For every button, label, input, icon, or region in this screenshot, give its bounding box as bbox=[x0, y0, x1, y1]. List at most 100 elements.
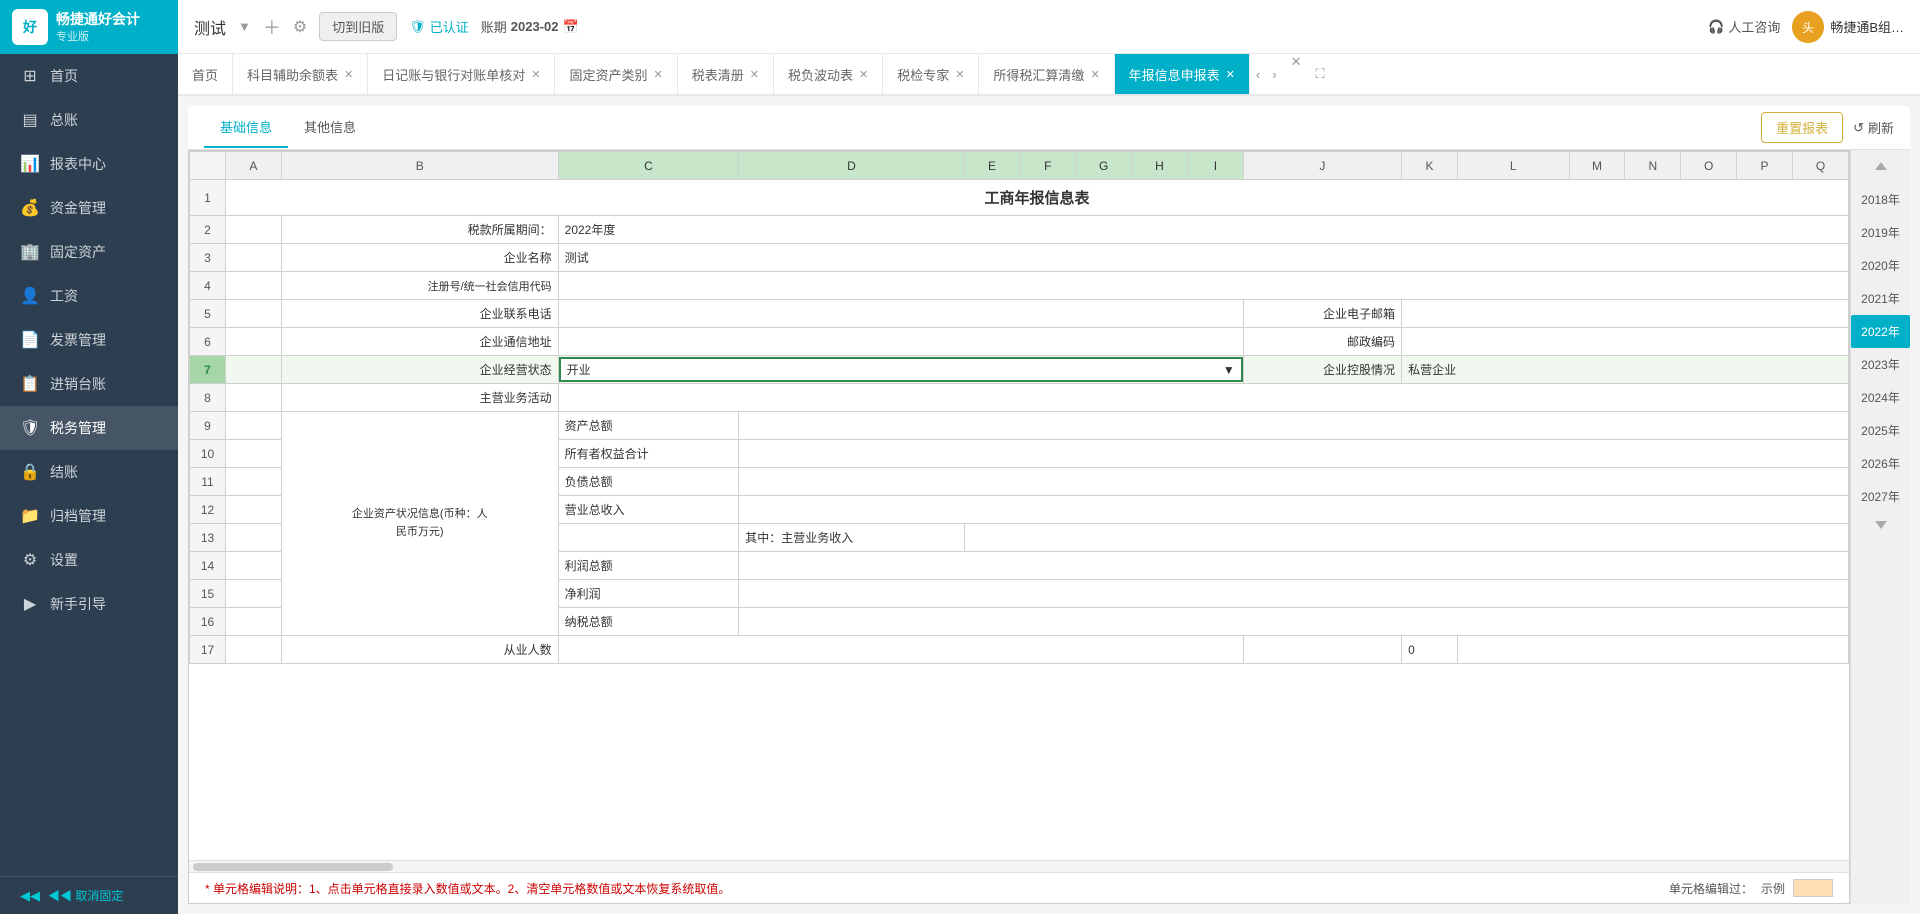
tab-scroll-right[interactable]: › bbox=[1266, 54, 1282, 94]
sheet-title-cell[interactable]: 工商年报信息表 bbox=[226, 180, 1849, 216]
cell-11-A[interactable] bbox=[226, 468, 282, 496]
tab-income-tax-close[interactable]: ✕ bbox=[1090, 68, 1099, 81]
tab-journal-close[interactable]: ✕ bbox=[531, 68, 540, 81]
cell-3-A[interactable] bbox=[226, 244, 282, 272]
tab-fixed-type-close[interactable]: ✕ bbox=[654, 68, 663, 81]
tab-expand-button[interactable]: ⛶ bbox=[1309, 54, 1330, 94]
sub-tab-basic[interactable]: 基础信息 bbox=[204, 107, 288, 148]
col-header-O[interactable]: O bbox=[1681, 152, 1737, 180]
switch-old-version-button[interactable]: 切到旧版 bbox=[319, 12, 397, 41]
cell-8-C[interactable] bbox=[558, 384, 1848, 412]
tab-journal[interactable]: 日记账与银行对账单核对 ✕ bbox=[368, 54, 555, 94]
tab-aux-close[interactable]: ✕ bbox=[344, 68, 353, 81]
col-header-K[interactable]: K bbox=[1402, 152, 1458, 180]
year-item-2019[interactable]: 2019年 bbox=[1851, 216, 1910, 249]
cell-2-A[interactable] bbox=[226, 216, 282, 244]
year-item-2020[interactable]: 2020年 bbox=[1851, 249, 1910, 282]
year-item-2026[interactable]: 2026年 bbox=[1851, 447, 1910, 480]
cell-17-K[interactable]: 0 bbox=[1402, 636, 1458, 664]
calendar-icon[interactable]: 📅 bbox=[563, 19, 579, 35]
topbar-dropdown-arrow[interactable]: ▼ bbox=[238, 19, 251, 34]
col-header-F[interactable]: F bbox=[1020, 152, 1076, 180]
sidebar-item-invoice[interactable]: 📄 发票管理 bbox=[0, 318, 178, 362]
cell-7-C-dropdown[interactable]: 开业 ▼ bbox=[558, 356, 1243, 384]
reset-report-button[interactable]: 重置报表 bbox=[1761, 112, 1843, 143]
tab-tax-expert-close[interactable]: ✕ bbox=[955, 68, 964, 81]
col-header-E[interactable]: E bbox=[964, 152, 1020, 180]
year-scroll-down-button[interactable] bbox=[1851, 513, 1910, 542]
year-item-2021[interactable]: 2021年 bbox=[1851, 282, 1910, 315]
cell-7-K[interactable]: 私营企业 bbox=[1402, 356, 1849, 384]
tab-tax-expert[interactable]: 税检专家 ✕ bbox=[883, 54, 979, 94]
tab-tax-list-close[interactable]: ✕ bbox=[750, 68, 759, 81]
tab-annual-report[interactable]: 年报信息申报表 ✕ bbox=[1115, 54, 1250, 94]
dropdown-arrow-icon[interactable]: ▼ bbox=[1223, 363, 1235, 377]
cell-8-A[interactable] bbox=[226, 384, 282, 412]
sidebar-item-salary[interactable]: 👤 工资 bbox=[0, 274, 178, 318]
spreadsheet-scroll[interactable]: A B C D E F G H I J bbox=[189, 151, 1849, 860]
sidebar-item-home[interactable]: ⊞ 首页 bbox=[0, 54, 178, 98]
cell-10-A[interactable] bbox=[226, 440, 282, 468]
col-header-B[interactable]: B bbox=[281, 152, 558, 180]
col-header-M[interactable]: M bbox=[1569, 152, 1625, 180]
sidebar-collapse-button[interactable]: ◀◀ ◀◀ 取消固定 bbox=[0, 876, 178, 914]
year-item-2023[interactable]: 2023年 bbox=[1851, 348, 1910, 381]
sidebar-item-settings[interactable]: ⚙ 设置 bbox=[0, 538, 178, 582]
tab-close-all-button[interactable]: ✕ bbox=[1283, 54, 1310, 94]
col-header-L[interactable]: L bbox=[1457, 152, 1569, 180]
cell-15-A[interactable] bbox=[226, 580, 282, 608]
cell-13-E[interactable] bbox=[964, 524, 1848, 552]
sidebar-item-archive[interactable]: 📁 归档管理 bbox=[0, 494, 178, 538]
cell-12-D[interactable] bbox=[739, 496, 1849, 524]
cell-13-A[interactable] bbox=[226, 524, 282, 552]
help-button[interactable]: 🎧 人工咨询 bbox=[1708, 17, 1780, 36]
topbar-gear-icon[interactable]: ⚙ bbox=[293, 17, 307, 37]
cell-9-A[interactable] bbox=[226, 412, 282, 440]
tab-scroll-left[interactable]: ‹ bbox=[1250, 54, 1266, 94]
tab-fixed-type[interactable]: 固定资产类别 ✕ bbox=[555, 54, 677, 94]
cell-5-K[interactable] bbox=[1402, 300, 1849, 328]
cell-16-D[interactable] bbox=[739, 608, 1849, 636]
cell-17-A[interactable] bbox=[226, 636, 282, 664]
cell-4-C[interactable] bbox=[558, 272, 1848, 300]
cell-17-J[interactable] bbox=[1243, 636, 1401, 664]
cell-17-C[interactable] bbox=[558, 636, 1243, 664]
year-item-2022[interactable]: 2022年 bbox=[1851, 315, 1910, 348]
cell-10-D[interactable] bbox=[739, 440, 1849, 468]
cell-2-C[interactable]: 2022年度 bbox=[558, 216, 1848, 244]
cell-9-B[interactable]: 企业资产状况信息(币种：人民币万元) bbox=[281, 412, 558, 636]
sidebar-item-fixed[interactable]: 🏢 固定资产 bbox=[0, 230, 178, 274]
cell-7-A[interactable] bbox=[226, 356, 282, 384]
tab-tax-list[interactable]: 税表清册 ✕ bbox=[678, 54, 774, 94]
cell-12-A[interactable] bbox=[226, 496, 282, 524]
dropdown-kaiye[interactable]: 开业 ▼ bbox=[559, 357, 1243, 382]
sidebar-item-fund[interactable]: 💰 资金管理 bbox=[0, 186, 178, 230]
cell-16-A[interactable] bbox=[226, 608, 282, 636]
col-header-N[interactable]: N bbox=[1625, 152, 1681, 180]
cell-3-C[interactable]: 测试 bbox=[558, 244, 1848, 272]
col-header-G[interactable]: G bbox=[1076, 152, 1132, 180]
col-header-I[interactable]: I bbox=[1187, 152, 1243, 180]
cell-6-A[interactable] bbox=[226, 328, 282, 356]
col-header-P[interactable]: P bbox=[1737, 152, 1793, 180]
year-item-2025[interactable]: 2025年 bbox=[1851, 414, 1910, 447]
col-header-J[interactable]: J bbox=[1243, 152, 1401, 180]
col-header-A[interactable]: A bbox=[226, 152, 282, 180]
horizontal-scrollbar[interactable] bbox=[189, 860, 1849, 872]
col-header-D[interactable]: D bbox=[739, 152, 964, 180]
tab-income-tax[interactable]: 所得税汇算清缴 ✕ bbox=[979, 54, 1114, 94]
cell-4-A[interactable] bbox=[226, 272, 282, 300]
tab-annual-report-close[interactable]: ✕ bbox=[1226, 68, 1235, 81]
sub-tab-other[interactable]: 其他信息 bbox=[288, 107, 372, 148]
sidebar-item-report[interactable]: 📊 报表中心 bbox=[0, 142, 178, 186]
cell-6-K[interactable] bbox=[1402, 328, 1849, 356]
cell-17-L[interactable] bbox=[1457, 636, 1848, 664]
sidebar-item-close[interactable]: 🔒 结账 bbox=[0, 450, 178, 494]
cell-5-A[interactable] bbox=[226, 300, 282, 328]
year-scroll-up-button[interactable] bbox=[1851, 154, 1910, 183]
year-item-2018[interactable]: 2018年 bbox=[1851, 183, 1910, 216]
cell-5-C[interactable] bbox=[558, 300, 1243, 328]
sidebar-item-ledger[interactable]: ▤ 总账 bbox=[0, 98, 178, 142]
tab-tax-wave[interactable]: 税负波动表 ✕ bbox=[774, 54, 883, 94]
cell-9-D[interactable] bbox=[739, 412, 1849, 440]
